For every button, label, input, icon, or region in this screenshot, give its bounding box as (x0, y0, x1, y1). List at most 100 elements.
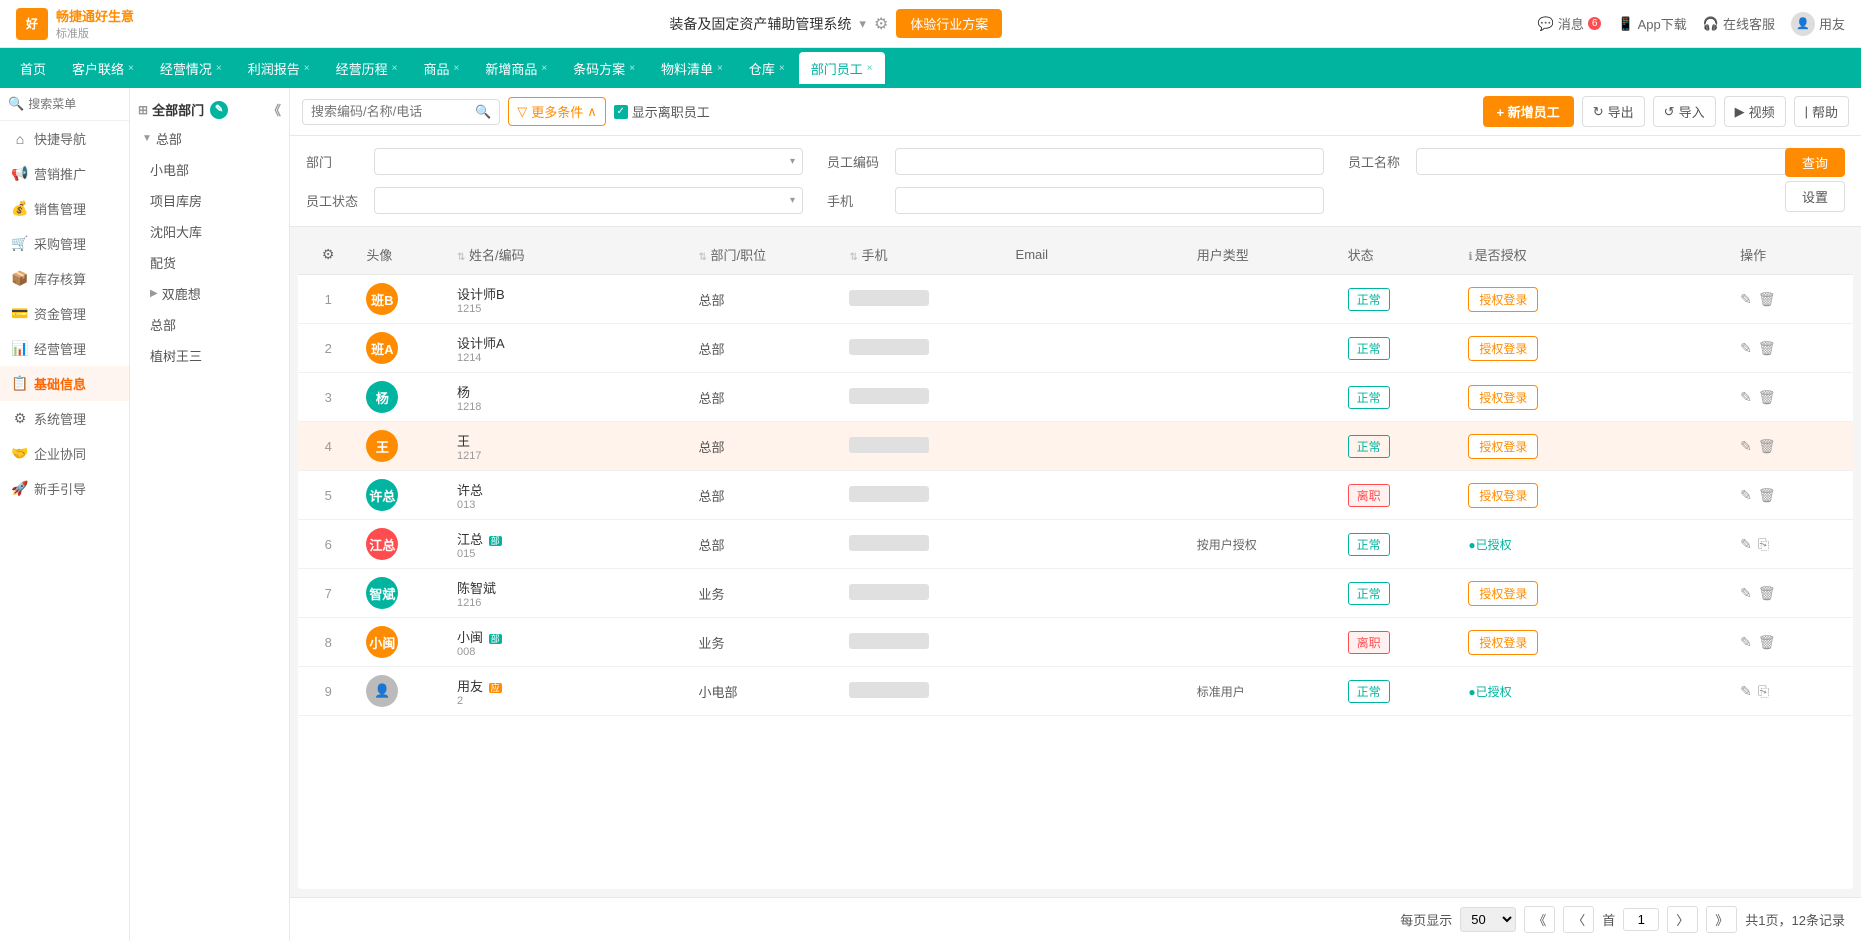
import-button[interactable]: ↺ 导入 (1653, 96, 1716, 127)
dept-item-root[interactable]: ▼ 总部 (130, 123, 289, 154)
sidebar-item-collab[interactable]: 🤝 企业协同 (0, 436, 129, 471)
dept-item-xiao[interactable]: 小电部 (130, 154, 289, 185)
close-icon[interactable]: × (304, 63, 310, 74)
edit-button[interactable]: ✎ (1740, 585, 1752, 602)
authorize-button[interactable]: 授权登录 (1468, 434, 1538, 459)
tab-customer[interactable]: 客户联络 × (60, 52, 146, 84)
close-icon[interactable]: × (392, 63, 398, 74)
authorize-button[interactable]: 授权登录 (1468, 336, 1538, 361)
delete-button[interactable]: 🗑 (1758, 438, 1776, 455)
settings-icon[interactable]: ⚙ (874, 14, 888, 34)
edit-dept-icon[interactable]: ✎ (210, 101, 228, 119)
per-page-select[interactable]: 50 20 100 (1460, 907, 1516, 932)
edit-button[interactable]: ✎ (1740, 487, 1752, 504)
close-icon-active[interactable]: × (867, 63, 873, 74)
dept-item-zongbu[interactable]: 总部 (130, 309, 289, 340)
filter-settings-button[interactable]: 设置 (1785, 181, 1845, 212)
edit-button[interactable]: ✎ (1740, 683, 1752, 700)
sidebar-search-input[interactable] (28, 97, 121, 111)
dept-item-shenyang[interactable]: 沈阳大库 (130, 216, 289, 247)
app-download-item[interactable]: 📱 App下载 (1617, 14, 1686, 33)
sidebar-item-purchase[interactable]: 🛒 采购管理 (0, 226, 129, 261)
copy-button[interactable]: ⎘ (1758, 683, 1769, 700)
sidebar-item-guide[interactable]: 🚀 新手引导 (0, 471, 129, 506)
search-input[interactable] (311, 104, 471, 119)
col-name-header[interactable]: ⇅ 姓名/编码 (449, 235, 691, 275)
tab-operation[interactable]: 经营情况 × (148, 52, 234, 84)
sidebar-item-basic-info[interactable]: 📋 基础信息 (0, 366, 129, 401)
sidebar-item-finance[interactable]: 💳 资金管理 (0, 296, 129, 331)
export-button[interactable]: ↻ 导出 (1582, 96, 1645, 127)
tab-new-product[interactable]: 新增商品 × (473, 52, 559, 84)
collapse-tree-icon[interactable]: 《 (268, 100, 281, 119)
dept-item-zhishu[interactable]: 植树王三 (130, 340, 289, 371)
more-conditions-btn[interactable]: ▽ 更多条件 ∧ (508, 97, 606, 126)
dept-item-shuanglu[interactable]: ▶ 双鹿想 (130, 278, 289, 309)
close-icon[interactable]: × (779, 63, 785, 74)
next-page-button[interactable]: 〉 (1667, 906, 1698, 933)
authorize-button[interactable]: 授权登录 (1468, 630, 1538, 655)
add-employee-button[interactable]: + 新增员工 (1483, 96, 1574, 127)
authorize-button[interactable]: 授权登录 (1468, 581, 1538, 606)
delete-button[interactable]: 🗑 (1758, 487, 1776, 504)
dept-item-peihuo[interactable]: 配货 (130, 247, 289, 278)
sidebar-item-sales[interactable]: 💰 销售管理 (0, 191, 129, 226)
tab-history[interactable]: 经营历程 × (324, 52, 410, 84)
edit-button[interactable]: ✎ (1740, 438, 1752, 455)
delete-button[interactable]: 🗑 (1758, 585, 1776, 602)
sidebar-item-marketing[interactable]: 📢 营销推广 (0, 156, 129, 191)
help-button[interactable]: | 帮助 (1794, 96, 1849, 127)
close-icon[interactable]: × (216, 63, 222, 74)
filter-empcode-input[interactable] (895, 148, 1324, 175)
authorize-button[interactable]: 授权登录 (1468, 287, 1538, 312)
filter-empname-input[interactable] (1416, 148, 1845, 175)
delete-button[interactable]: 🗑 (1758, 291, 1776, 308)
show-resigned-toggle[interactable]: ✓ 显示离职员工 (614, 102, 710, 121)
edit-button[interactable]: ✎ (1740, 536, 1752, 553)
edit-button[interactable]: ✎ (1740, 291, 1752, 308)
tab-home[interactable]: 首页 (8, 52, 58, 84)
copy-button[interactable]: ⎘ (1758, 536, 1769, 553)
edit-button[interactable]: ✎ (1740, 634, 1752, 651)
page-number-input[interactable] (1623, 908, 1659, 931)
prev-page-button[interactable]: 〈 (1563, 906, 1594, 933)
tab-barcode[interactable]: 条码方案 × (561, 52, 647, 84)
tab-employees[interactable]: 部门员工 × (799, 52, 885, 84)
user-item[interactable]: 👤 用友 (1791, 12, 1845, 36)
search-submit-icon[interactable]: 🔍 (475, 104, 491, 120)
dropdown-icon[interactable]: ▾ (859, 16, 866, 32)
filter-phone-input[interactable] (895, 187, 1324, 214)
edit-button[interactable]: ✎ (1740, 389, 1752, 406)
delete-button[interactable]: 🗑 (1758, 340, 1776, 357)
col-phone-header[interactable]: ⇅ 手机 (841, 235, 1007, 275)
col-dept-header[interactable]: ⇅ 部门/职位 (691, 235, 842, 275)
authorize-button[interactable]: 授权登录 (1468, 385, 1538, 410)
close-icon[interactable]: × (629, 63, 635, 74)
edit-button[interactable]: ✎ (1740, 340, 1752, 357)
sidebar-item-quicknav[interactable]: ⌂ 快捷导航 (0, 121, 129, 156)
last-page-button[interactable]: 》 (1706, 906, 1737, 933)
close-icon[interactable]: × (128, 63, 134, 74)
dept-item-project[interactable]: 项目库房 (130, 185, 289, 216)
filter-dept-select[interactable] (374, 148, 803, 175)
col-settings[interactable]: ⚙ (298, 235, 358, 275)
tab-profit[interactable]: 利润报告 × (236, 52, 322, 84)
search-button[interactable]: 查询 (1785, 148, 1845, 177)
delete-button[interactable]: 🗑 (1758, 634, 1776, 651)
sidebar-item-system[interactable]: ⚙ 系统管理 (0, 401, 129, 436)
message-item[interactable]: 💬 消息 6 (1538, 14, 1602, 33)
sidebar-item-inventory[interactable]: 📦 库存核算 (0, 261, 129, 296)
online-service-item[interactable]: 🎧 在线客服 (1703, 14, 1775, 33)
sidebar-item-business[interactable]: 📊 经营管理 (0, 331, 129, 366)
trial-button[interactable]: 体验行业方案 (896, 9, 1002, 38)
tab-products[interactable]: 商品 × (411, 52, 471, 84)
close-icon[interactable]: × (541, 63, 547, 74)
delete-button[interactable]: 🗑 (1758, 389, 1776, 406)
view-button[interactable]: ▶ 视频 (1724, 96, 1786, 127)
tab-warehouse[interactable]: 仓库 × (737, 52, 797, 84)
first-page-button[interactable]: 《 (1524, 906, 1555, 933)
close-icon[interactable]: × (717, 63, 723, 74)
authorize-button[interactable]: 授权登录 (1468, 483, 1538, 508)
filter-status-select[interactable] (374, 187, 803, 214)
close-icon[interactable]: × (453, 63, 459, 74)
